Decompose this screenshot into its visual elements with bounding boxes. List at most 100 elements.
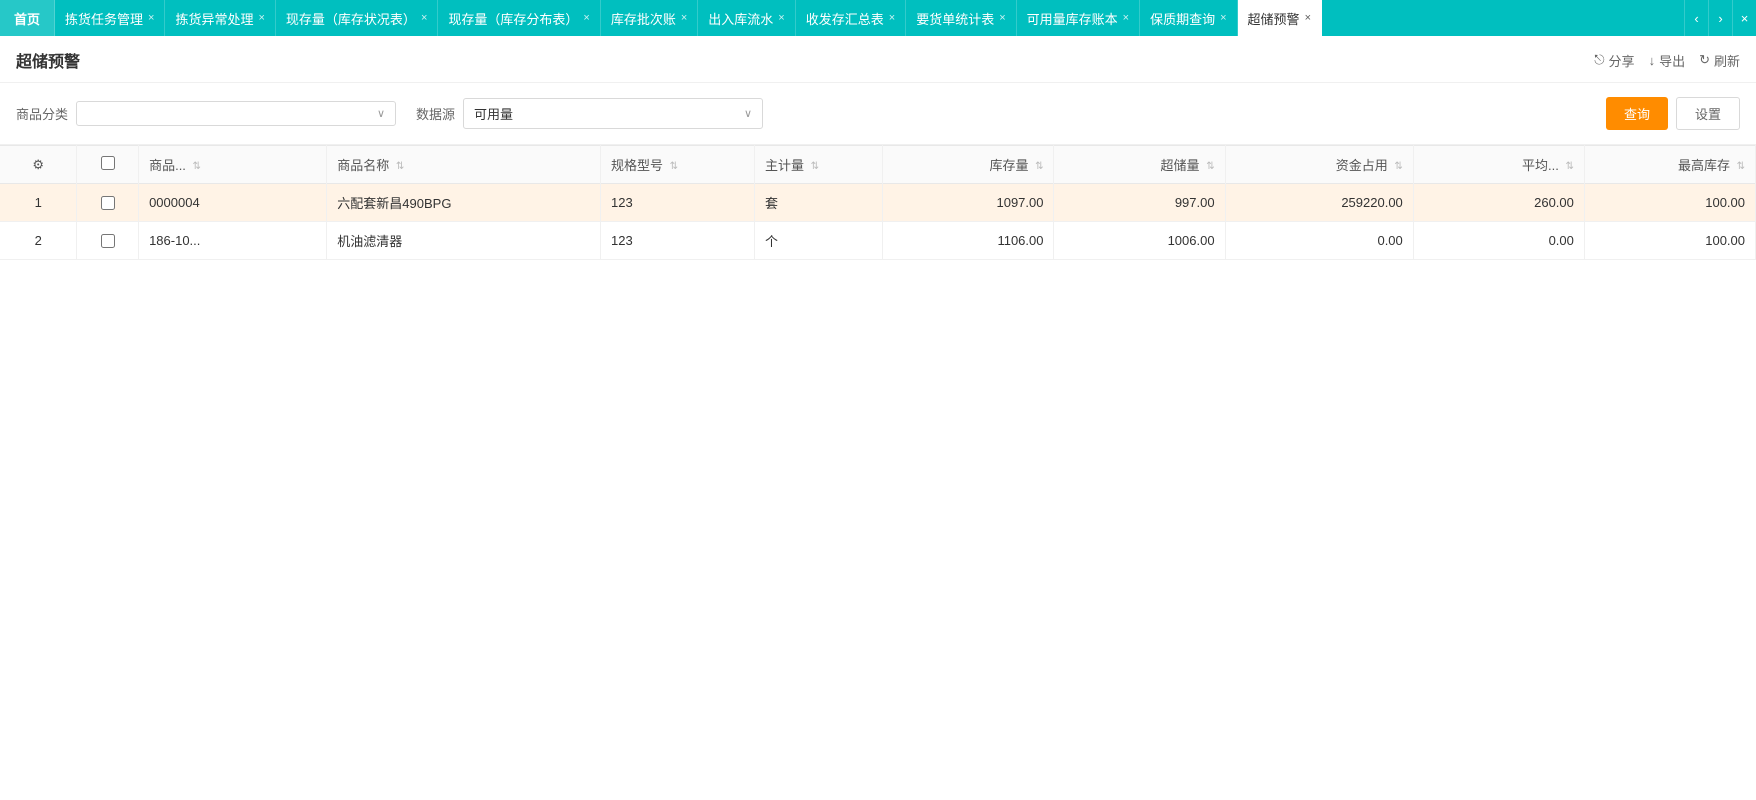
filter-bar: 商品分类 ∨ 数据源 可用量 ∨ 查询 设置 [0,83,1756,145]
row-checkbox-cell [77,184,139,222]
row-index: 1 [0,184,77,222]
row-stock: 1097.00 [883,184,1054,222]
th-unit[interactable]: 主计量 ⇅ [755,146,883,184]
chevron-down-icon: ∨ [744,107,752,120]
category-filter-group: 商品分类 ∨ [16,101,396,126]
close-icon[interactable]: × [778,12,784,24]
settings-button[interactable]: 设置 [1676,97,1740,130]
row-code: 0000004 [139,184,327,222]
nav-tab-huizong[interactable]: 收发存汇总表 × [796,0,906,36]
nav-tab-pici[interactable]: 库存批次账 × [601,0,698,36]
sort-icon: ⇅ [1035,161,1043,172]
row-spec: 123 [601,184,755,222]
th-funds[interactable]: 资金占用 ⇅ [1225,146,1413,184]
row-overflow: 1006.00 [1054,222,1225,260]
nav-tab-jianhuoyichang[interactable]: 拣货异常处理 × [165,0,275,36]
nav-tab-liushui[interactable]: 出入库流水 × [698,0,795,36]
nav-tab-xiancunliang1[interactable]: 现存量（库存状况表） × [276,0,438,36]
page-header: 超储预警 ⎋ 分享 ↓ 导出 ↻ 刷新 [0,36,1756,83]
th-spec[interactable]: 规格型号 ⇅ [601,146,755,184]
nav-tab-jianhuorenwu[interactable]: 拣货任务管理 × [55,0,165,36]
row-unit: 套 [755,184,883,222]
table-row: 1 0000004 六配套新昌490BPG 123 套 1097.00 997.… [0,184,1756,222]
sort-icon: ⇅ [1394,161,1402,172]
th-avg[interactable]: 平均... ⇅ [1413,146,1584,184]
close-icon[interactable]: × [1123,12,1129,24]
row-maxstock: 100.00 [1584,222,1755,260]
nav-tab-chaochuyujing[interactable]: 超储预警 × [1238,0,1322,36]
main-table: ⚙ 商品... ⇅ 商品名称 ⇅ 规格型号 ⇅ [0,145,1756,260]
close-icon[interactable]: × [258,12,264,24]
th-code[interactable]: 商品... ⇅ [139,146,327,184]
nav-close-button[interactable]: × [1732,0,1756,36]
row-checkbox[interactable] [101,234,115,248]
nav-tab-keyongliang[interactable]: 可用量库存账本 × [1017,0,1140,36]
refresh-icon: ↻ [1699,52,1710,68]
row-avg: 260.00 [1413,184,1584,222]
row-funds: 259220.00 [1225,184,1413,222]
select-all-checkbox[interactable] [101,156,115,170]
row-avg: 0.00 [1413,222,1584,260]
nav-tab-yaohuo[interactable]: 要货单统计表 × [906,0,1016,36]
close-icon[interactable]: × [583,12,589,24]
row-index: 2 [0,222,77,260]
row-overflow: 997.00 [1054,184,1225,222]
row-name: 六配套新昌490BPG [327,184,601,222]
sort-icon: ⇅ [1565,161,1573,172]
share-icon: ⎋ [1594,52,1604,68]
th-maxstock[interactable]: 最高库存 ⇅ [1584,146,1755,184]
th-stock[interactable]: 库存量 ⇅ [883,146,1054,184]
row-checkbox[interactable] [101,196,115,210]
close-icon[interactable]: × [1220,12,1226,24]
query-button[interactable]: 查询 [1606,97,1668,130]
datasource-label: 数据源 [416,104,455,123]
row-code: 186-10... [139,222,327,260]
close-icon[interactable]: × [681,12,687,24]
export-icon: ↓ [1649,53,1656,68]
chevron-down-icon: ∨ [377,107,385,120]
nav-prev-button[interactable]: ‹ [1684,0,1708,36]
nav-home[interactable]: 首页 [0,0,55,36]
row-name: 机油滤清器 [327,222,601,260]
top-navigation: 首页 拣货任务管理 × 拣货异常处理 × 现存量（库存状况表） × 现存量（库存… [0,0,1756,36]
th-gear[interactable]: ⚙ [0,146,77,184]
sort-icon: ⇅ [193,161,201,172]
th-name[interactable]: 商品名称 ⇅ [327,146,601,184]
nav-tab-baozhi[interactable]: 保质期查询 × [1140,0,1237,36]
nav-tab-xiancunliang2[interactable]: 现存量（库存分布表） × [438,0,600,36]
export-button[interactable]: ↓ 导出 [1649,51,1686,70]
row-maxstock: 100.00 [1584,184,1755,222]
share-button[interactable]: ⎋ 分享 [1594,51,1634,70]
category-select[interactable]: ∨ [76,101,396,126]
table-row: 2 186-10... 机油滤清器 123 个 1106.00 1006.00 … [0,222,1756,260]
gear-icon: ⚙ [32,157,44,172]
nav-next-button[interactable]: › [1708,0,1732,36]
sort-icon: ⇅ [396,161,404,172]
row-funds: 0.00 [1225,222,1413,260]
row-spec: 123 [601,222,755,260]
close-icon[interactable]: × [999,12,1005,24]
table-container: ⚙ 商品... ⇅ 商品名称 ⇅ 规格型号 ⇅ [0,145,1756,260]
close-icon[interactable]: × [1305,12,1311,24]
datasource-select-value: 可用量 [474,104,513,123]
row-stock: 1106.00 [883,222,1054,260]
sort-icon: ⇅ [1737,161,1745,172]
sort-icon: ⇅ [811,161,819,172]
header-actions: ⎋ 分享 ↓ 导出 ↻ 刷新 [1594,51,1740,70]
row-unit: 个 [755,222,883,260]
datasource-select[interactable]: 可用量 ∨ [463,98,763,129]
close-icon[interactable]: × [421,12,427,24]
close-icon[interactable]: × [148,12,154,24]
close-icon[interactable]: × [889,12,895,24]
th-overflow[interactable]: 超储量 ⇅ [1054,146,1225,184]
filter-actions: 查询 设置 [1606,97,1740,130]
page-title: 超储预警 [16,48,80,72]
sort-icon: ⇅ [1206,161,1214,172]
datasource-filter-group: 数据源 可用量 ∨ [416,98,763,129]
page-container: 超储预警 ⎋ 分享 ↓ 导出 ↻ 刷新 商品分类 ∨ 数据源 [0,36,1756,800]
category-label: 商品分类 [16,104,68,123]
refresh-button[interactable]: ↻ 刷新 [1699,51,1740,70]
row-checkbox-cell [77,222,139,260]
nav-arrows: ‹ › × [1684,0,1756,36]
table-header-row: ⚙ 商品... ⇅ 商品名称 ⇅ 规格型号 ⇅ [0,146,1756,184]
